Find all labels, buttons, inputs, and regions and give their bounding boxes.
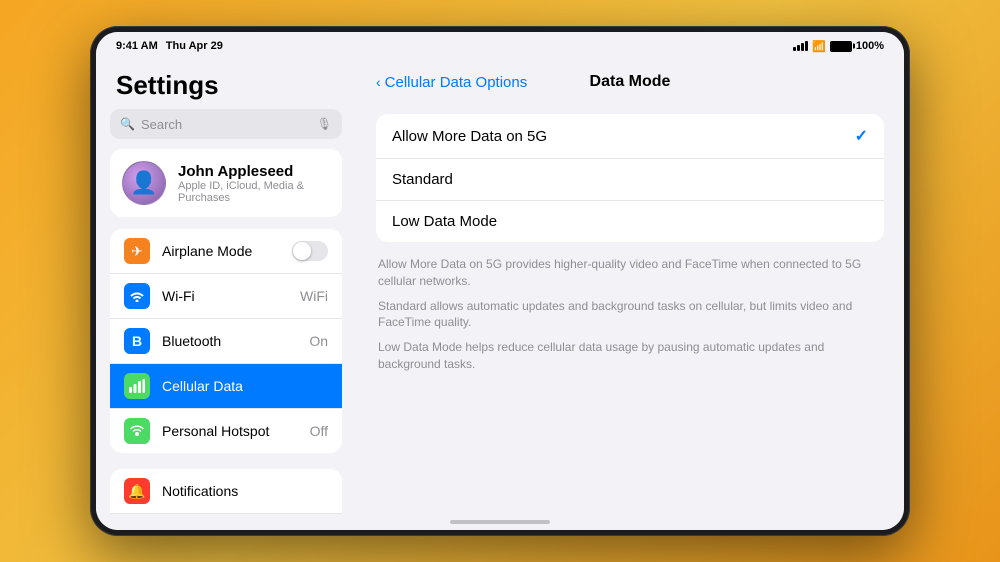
back-button[interactable]: ‹ Cellular Data Options [376, 74, 527, 91]
description-group: Allow More Data on 5G provides higher-qu… [376, 250, 884, 387]
notifications-icon: 🔔 [124, 478, 150, 504]
right-panel: ‹ Cellular Data Options Data Mode Allow … [356, 60, 904, 514]
battery-percent: 100% [856, 40, 884, 52]
data-mode-options: Allow More Data on 5G ✓ Standard Low Dat… [376, 114, 884, 242]
option-low-data[interactable]: Low Data Mode [376, 201, 884, 242]
home-bar [450, 520, 550, 524]
profile-info: John Appleseed Apple ID, iCloud, Media &… [178, 163, 330, 204]
profile-section[interactable]: 👤 John Appleseed Apple ID, iCloud, Media… [110, 149, 342, 217]
sidebar-item-hotspot[interactable]: Personal Hotspot Off [110, 409, 342, 453]
sidebar-item-notifications[interactable]: 🔔 Notifications [110, 469, 342, 514]
status-right: 📶 100% [793, 40, 884, 53]
nav-header: ‹ Cellular Data Options Data Mode [356, 60, 904, 104]
wifi-row-icon [124, 283, 150, 309]
wifi-value: WiFi [300, 288, 328, 304]
profile-subtitle: Apple ID, iCloud, Media & Purchases [178, 180, 330, 204]
bluetooth-label: Bluetooth [162, 333, 297, 349]
sidebar-item-cellular[interactable]: Cellular Data [110, 364, 342, 409]
ipad-screen: 9:41 AM Thu Apr 29 📶 100% [96, 32, 904, 530]
airplane-toggle[interactable] [292, 241, 328, 261]
airplane-label: Airplane Mode [162, 243, 280, 259]
search-bar[interactable]: 🔍 Search 🎙 [110, 109, 342, 139]
page-title: Data Mode [590, 73, 671, 91]
search-icon: 🔍 [120, 117, 135, 131]
data-mode-content: Allow More Data on 5G ✓ Standard Low Dat… [356, 104, 904, 397]
sidebar-item-bluetooth[interactable]: B Bluetooth On [110, 319, 342, 364]
hotspot-value: Off [310, 423, 328, 439]
time-display: 9:41 AM [116, 40, 158, 52]
description-low-data: Low Data Mode helps reduce cellular data… [378, 339, 882, 373]
option-standard[interactable]: Standard [376, 159, 884, 201]
notifications-label: Notifications [162, 483, 328, 499]
cellular-label: Cellular Data [162, 378, 328, 394]
status-left: 9:41 AM Thu Apr 29 [116, 40, 223, 52]
mic-icon: 🎙 [317, 117, 332, 131]
bluetooth-icon: B [124, 328, 150, 354]
wifi-icon: 📶 [812, 40, 826, 53]
profile-name: John Appleseed [178, 163, 330, 180]
wifi-label: Wi-Fi [162, 288, 288, 304]
search-placeholder: Search [141, 117, 311, 132]
sidebar-item-airplane[interactable]: ✈ Airplane Mode [110, 229, 342, 274]
cellular-icon [124, 373, 150, 399]
back-chevron-icon: ‹ [376, 74, 381, 90]
hotspot-icon [124, 418, 150, 444]
airplane-icon: ✈ [124, 238, 150, 264]
settings-group-connectivity: ✈ Airplane Mode Wi-Fi WiFi [110, 229, 342, 453]
group-separator-1 [96, 461, 356, 469]
settings-group-general: 🔔 Notifications 🔊 Sounds 🌙 Do Not Distur… [110, 469, 342, 514]
allow-more-checkmark: ✓ [855, 126, 868, 146]
avatar-image: 👤 [130, 170, 157, 196]
ipad-frame: 9:41 AM Thu Apr 29 📶 100% [90, 26, 910, 536]
description-allow-more: Allow More Data on 5G provides higher-qu… [378, 256, 882, 290]
sidebar-item-wifi[interactable]: Wi-Fi WiFi [110, 274, 342, 319]
standard-label: Standard [392, 171, 868, 188]
battery-icon [830, 41, 852, 52]
low-data-label: Low Data Mode [392, 213, 868, 230]
bluetooth-value: On [309, 333, 328, 349]
status-bar: 9:41 AM Thu Apr 29 📶 100% [96, 32, 904, 60]
avatar: 👤 [122, 161, 166, 205]
date-display: Thu Apr 29 [166, 40, 223, 52]
home-indicator [96, 514, 904, 530]
description-standard: Standard allows automatic updates and ba… [378, 298, 882, 332]
back-label: Cellular Data Options [385, 74, 528, 91]
option-allow-more[interactable]: Allow More Data on 5G ✓ [376, 114, 884, 159]
sidebar: Settings 🔍 Search 🎙 👤 John Appleseed [96, 60, 356, 514]
hotspot-label: Personal Hotspot [162, 423, 298, 439]
settings-title: Settings [96, 60, 356, 109]
allow-more-label: Allow More Data on 5G [392, 128, 855, 145]
signal-icon [793, 41, 808, 51]
main-content: Settings 🔍 Search 🎙 👤 John Appleseed [96, 60, 904, 514]
